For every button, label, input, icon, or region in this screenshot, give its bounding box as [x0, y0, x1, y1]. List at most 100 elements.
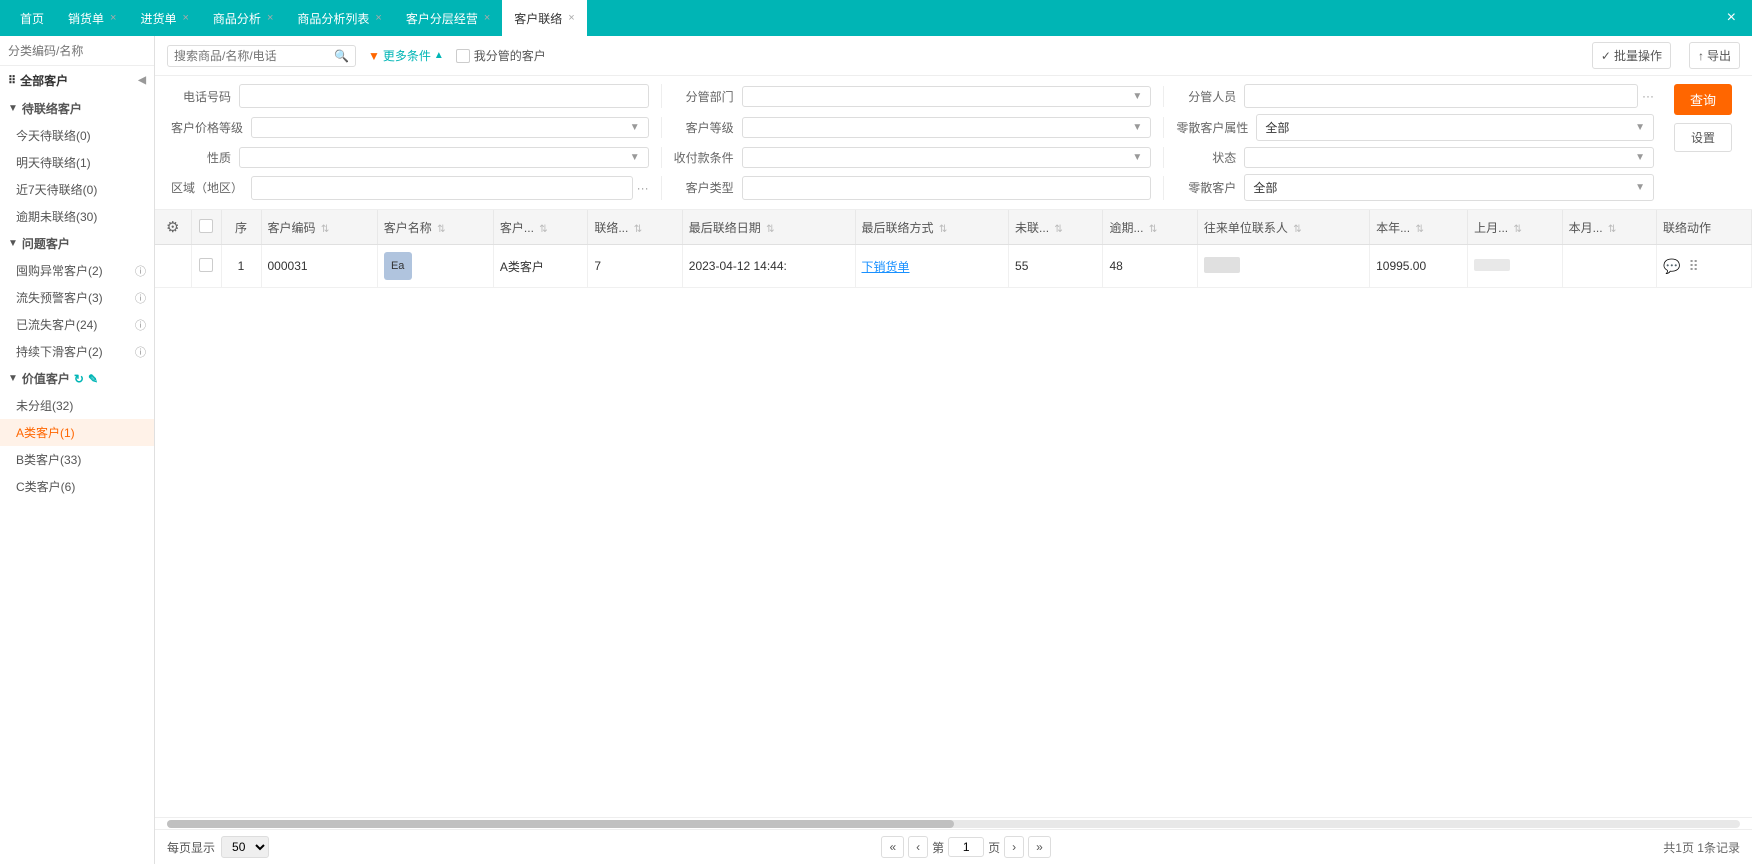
customer-tier-select[interactable]: ▼	[742, 117, 1152, 138]
sidebar-item-tomorrow-pending[interactable]: 明天待联络(1)	[0, 149, 154, 176]
sort-no-contact-icon[interactable]: ⇅	[1054, 224, 1062, 235]
dept-select[interactable]: ▼	[742, 86, 1152, 107]
sidebar-item-today-pending[interactable]: 今天待联络(0)	[0, 122, 154, 149]
filter-search-container: 🔍	[167, 45, 356, 67]
price-tier-select[interactable]: ▼	[251, 117, 649, 138]
last-method-link[interactable]: 下销货单	[862, 260, 910, 274]
nature-arrow-icon: ▼	[630, 152, 640, 163]
sort-last-month-icon[interactable]: ⇅	[1513, 224, 1521, 235]
sort-overdue-icon[interactable]: ⇅	[1149, 224, 1157, 235]
td-index: 1	[221, 245, 261, 288]
message-action-icon[interactable]: 💬	[1663, 258, 1680, 275]
sort-type-icon[interactable]: ⇅	[539, 224, 547, 235]
phone-input[interactable]	[239, 84, 649, 108]
sort-contact-count-icon[interactable]: ⇅	[634, 224, 642, 235]
first-page-btn[interactable]: «	[881, 836, 904, 858]
total-info: 共1页 1条记录	[1663, 839, 1740, 856]
sidebar-item-hoard-abnormal[interactable]: 囤购异常客户(2) ⓘ	[0, 257, 154, 284]
tab-sales[interactable]: 销货单 ×	[56, 0, 128, 36]
td-type: A类客户	[493, 245, 587, 288]
h-scrollbar[interactable]	[167, 820, 1740, 828]
close-tab-customer-contact[interactable]: ×	[568, 12, 574, 24]
region-input[interactable]	[251, 176, 633, 200]
sort-last-method-icon[interactable]: ⇅	[939, 224, 947, 235]
sidebar-item-churned[interactable]: 已流失客户(24) ⓘ	[0, 311, 154, 338]
sidebar-item-7days-pending[interactable]: 近7天待联络(0)	[0, 176, 154, 203]
more-action-icon[interactable]: ⠿	[1688, 258, 1698, 275]
manager-input[interactable]	[1244, 84, 1638, 108]
filter-search-input[interactable]	[174, 49, 334, 63]
row-checkbox[interactable]	[199, 258, 213, 272]
my-customers-filter[interactable]: 我分管的客户	[456, 47, 546, 64]
close-tab-goods-analysis[interactable]: ×	[267, 12, 273, 24]
sidebar-item-a-class[interactable]: A类客户(1)	[0, 419, 154, 446]
table-row: 1 000031 Ea A类客户	[155, 245, 1752, 288]
filter-search-icon[interactable]: 🔍	[334, 49, 349, 63]
retail-attr-select[interactable]: 全部 ▼	[1256, 114, 1654, 141]
filter-manager: 分管人员 ···	[1164, 84, 1666, 108]
setting-button[interactable]: 设置	[1674, 123, 1732, 152]
sort-this-year-icon[interactable]: ⇅	[1415, 224, 1423, 235]
my-customers-checkbox[interactable]	[456, 49, 470, 63]
sidebar-group-problem[interactable]: ▼ 问题客户	[0, 230, 154, 257]
refresh-icon[interactable]: ↻	[74, 372, 84, 386]
sidebar-item-overdue[interactable]: 逾期未联络(30)	[0, 203, 154, 230]
sidebar-search-input[interactable]	[8, 44, 155, 58]
payment-select[interactable]: ▼	[742, 147, 1152, 168]
batch-operation-btn[interactable]: ✓ 批量操作	[1592, 42, 1671, 69]
sort-code-icon[interactable]: ⇅	[321, 224, 329, 235]
adv-filter-panel: 电话号码 分管部门 ▼ 分管人员	[155, 76, 1752, 210]
sidebar-item-unclassified[interactable]: 未分组(32)	[0, 392, 154, 419]
sidebar-item-churn-warning[interactable]: 流失预警客户(3) ⓘ	[0, 284, 154, 311]
sort-this-month-icon[interactable]: ⇅	[1608, 224, 1616, 235]
more-filters-btn[interactable]: ▼ 更多条件 ▲	[368, 47, 444, 64]
export-btn[interactable]: ↑ 导出	[1689, 42, 1740, 69]
tab-customer-tier[interactable]: 客户分层经营 ×	[394, 0, 502, 36]
retail-customer-select[interactable]: 全部 ▼	[1244, 174, 1654, 201]
phone-label: 电话号码	[171, 88, 231, 105]
page-number-input[interactable]	[948, 837, 984, 857]
sidebar-group-value[interactable]: ▼ 价值客户 ↻ ✎	[0, 365, 154, 392]
th-last-method: 最后联络方式 ⇅	[855, 210, 1009, 245]
sidebar-item-c-class[interactable]: C类客户(6)	[0, 473, 154, 500]
last-page-btn[interactable]: »	[1028, 836, 1051, 858]
customer-type-input[interactable]	[742, 176, 1152, 200]
sidebar-group-pending[interactable]: ▼ 待联络客户	[0, 95, 154, 122]
table-container: ⚙ 序 客户编码 ⇅	[155, 210, 1752, 817]
close-all-button[interactable]: ×	[1719, 9, 1744, 27]
sidebar-all-customers[interactable]: ⠿ 全部客户 ◀	[0, 66, 154, 95]
close-tab-sales[interactable]: ×	[110, 12, 116, 24]
region-dots-btn[interactable]: ···	[637, 181, 649, 195]
nature-select[interactable]: ▼	[239, 147, 649, 168]
select-all-checkbox[interactable]	[199, 219, 213, 233]
export-icon: ↑	[1698, 49, 1704, 63]
sort-last-date-icon[interactable]: ⇅	[766, 224, 774, 235]
td-overdue: 48	[1103, 245, 1197, 288]
tab-goods-list[interactable]: 商品分析列表 ×	[285, 0, 393, 36]
sidebar-item-b-class[interactable]: B类客户(33)	[0, 446, 154, 473]
close-tab-purchase[interactable]: ×	[182, 12, 188, 24]
close-tab-goods-list[interactable]: ×	[375, 12, 381, 24]
edit-icon[interactable]: ✎	[88, 372, 98, 386]
page-size-select[interactable]: 50	[221, 836, 269, 858]
td-no-contact: 55	[1009, 245, 1103, 288]
next-page-btn[interactable]: ›	[1004, 836, 1024, 858]
gear-icon[interactable]: ⚙	[166, 219, 179, 236]
sort-name-icon[interactable]: ⇅	[437, 224, 445, 235]
tab-customer-contact[interactable]: 客户联络 ×	[502, 0, 586, 36]
h-scrollbar-thumb[interactable]	[167, 820, 954, 828]
tab-goods-analysis[interactable]: 商品分析 ×	[201, 0, 285, 36]
tab-purchase[interactable]: 进货单 ×	[128, 0, 200, 36]
info-icon-2: ⓘ	[135, 290, 146, 306]
collapse-icon: ◀	[138, 75, 146, 86]
manager-dots-btn[interactable]: ···	[1642, 89, 1654, 103]
sort-contact-person-icon[interactable]: ⇅	[1293, 224, 1301, 235]
prev-page-btn[interactable]: ‹	[908, 836, 928, 858]
tab-home[interactable]: 首页	[8, 0, 56, 36]
close-tab-customer-tier[interactable]: ×	[484, 12, 490, 24]
status-select[interactable]: ▼	[1244, 147, 1654, 168]
sidebar-item-continuous-decline[interactable]: 持续下滑客户(2) ⓘ	[0, 338, 154, 365]
query-button[interactable]: 查询	[1674, 84, 1732, 115]
td-this-month	[1562, 245, 1656, 288]
filter-region: 区域（地区） ···	[167, 176, 662, 200]
